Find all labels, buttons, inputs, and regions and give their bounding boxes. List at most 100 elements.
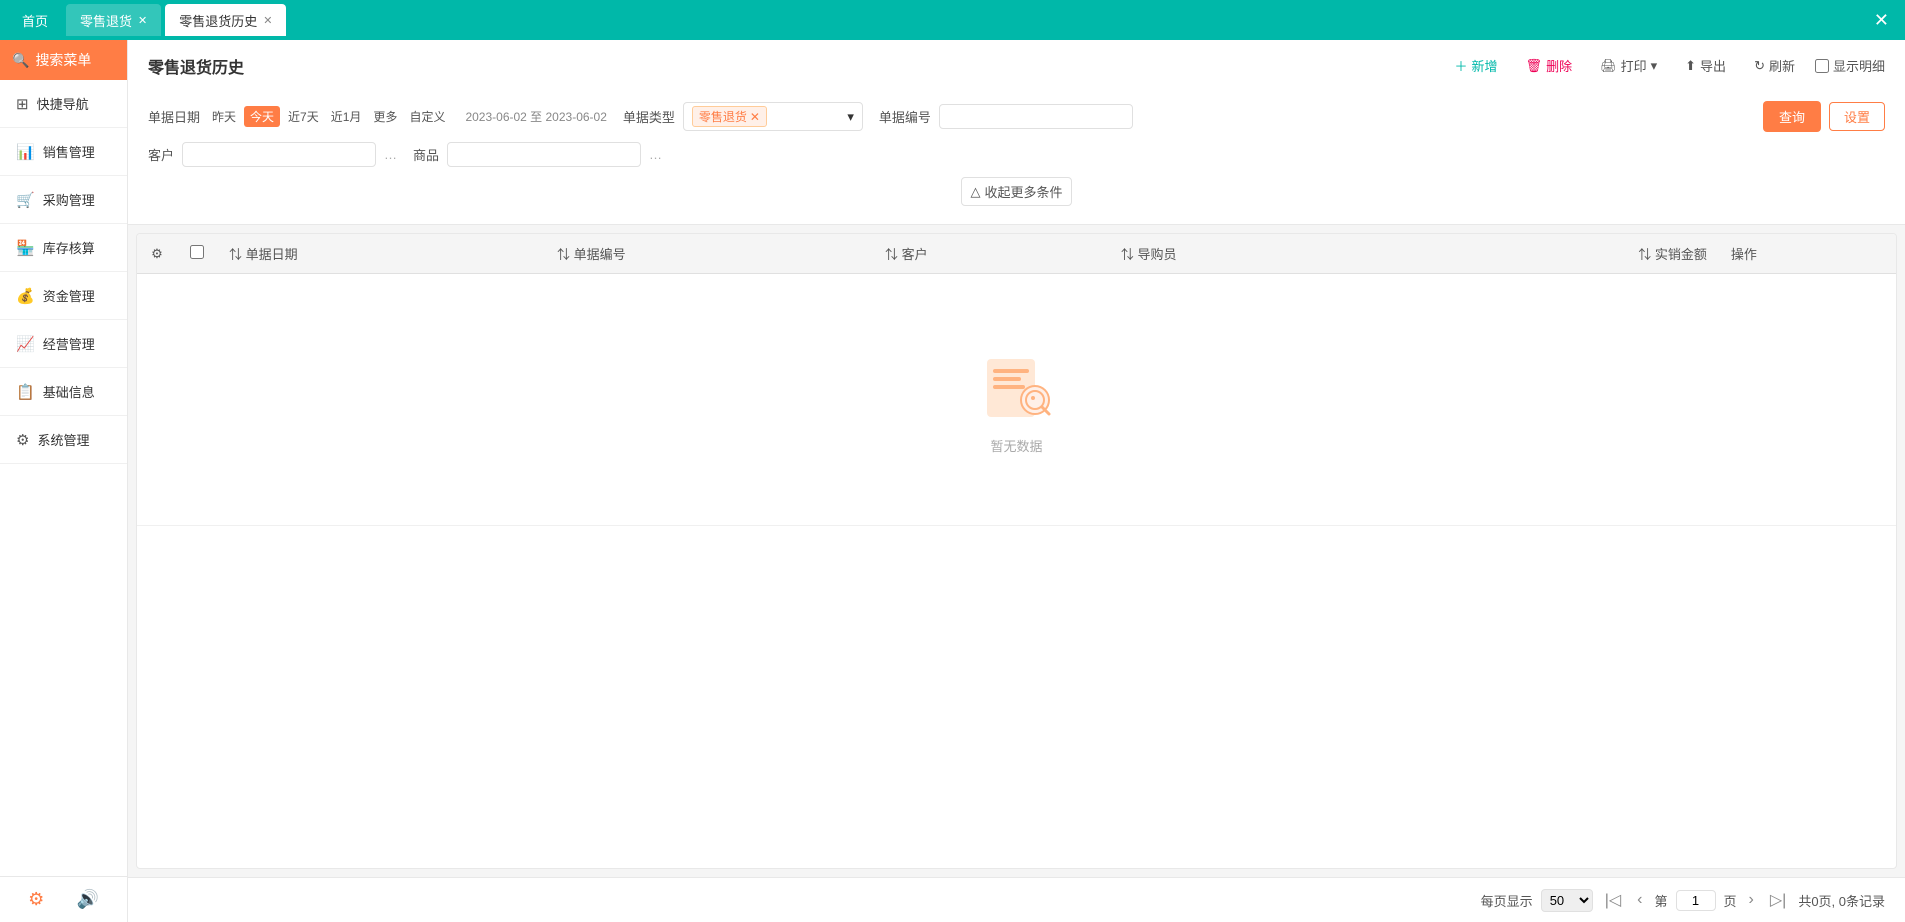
new-icon: ＋ (1455, 56, 1468, 75)
custom-btn[interactable]: 自定义 (405, 106, 449, 127)
display-toggle[interactable]: 显示明细 (1815, 56, 1885, 75)
next-page-button[interactable]: › (1745, 889, 1758, 911)
per-page-select[interactable]: 10 20 50 100 (1541, 889, 1593, 912)
sidebar-sound-button[interactable]: 🔊 (76, 889, 98, 910)
type-tag-close[interactable]: ✕ (750, 110, 760, 124)
page-suffix: 页 (1724, 891, 1737, 910)
customer-input[interactable] (182, 142, 376, 167)
select-all-checkbox[interactable] (190, 245, 204, 259)
sidebar-item-finance-label: 资金管理 (43, 286, 95, 305)
page-input[interactable] (1676, 890, 1716, 911)
sidebar-item-inventory-label: 库存核算 (43, 238, 95, 257)
pagination-summary: 共0页, 0条记录 (1798, 891, 1885, 910)
sidebar-item-finance[interactable]: 💰 资金管理 (0, 272, 127, 320)
system-icon: ⚙ (16, 431, 29, 449)
th-date-label: ⇅ 单据日期 (229, 247, 298, 262)
sidebar-item-base-info[interactable]: 📋 基础信息 (0, 368, 127, 416)
table-body: 暂无数据 (137, 274, 1896, 526)
goods-filter-item: 商品 … (413, 142, 662, 167)
th-customer-label: ⇅ 客户 (885, 247, 928, 262)
type-select[interactable]: 零售退货 ✕ ▾ (683, 102, 863, 131)
close-retail-return-tab[interactable]: ✕ (138, 14, 147, 27)
th-guide[interactable]: ⇅ 导购员 (1109, 234, 1391, 274)
th-action-label: 操作 (1731, 247, 1757, 262)
goods-input[interactable] (447, 142, 641, 167)
sidebar-item-purchase-mgmt[interactable]: 🛒 采购管理 (0, 176, 127, 224)
voucher-filter-item: 单据编号 (879, 104, 1133, 129)
sidebar-item-operations-label: 经营管理 (43, 334, 95, 353)
tabs-area: 首页 零售退货 ✕ 零售退货历史 ✕ (8, 4, 1866, 36)
collapse-row: △ 收起更多条件 (148, 177, 1885, 216)
sidebar-item-inventory[interactable]: 🏪 库存核算 (0, 224, 127, 272)
yesterday-btn[interactable]: 昨天 (208, 106, 240, 127)
voucher-input[interactable] (939, 104, 1133, 129)
th-check[interactable] (177, 234, 217, 274)
today-btn[interactable]: 今天 (244, 106, 280, 127)
toolbar: ＋ 新增 🗑 删除 🖨 打印 ▾ ⬆ 导出 (1447, 52, 1885, 79)
type-select-chevron: ▾ (847, 109, 854, 125)
sidebar-item-system-mgmt[interactable]: ⚙ 系统管理 (0, 416, 127, 464)
page-header: 零售退货历史 ＋ 新增 🗑 删除 🖨 打印 ▾ (128, 40, 1905, 225)
last1month-btn[interactable]: 近1月 (327, 106, 366, 127)
th-amount[interactable]: ⇅ 实销金额 (1391, 234, 1719, 274)
print-button[interactable]: 🖨 打印 ▾ (1592, 52, 1665, 79)
voucher-filter-label: 单据编号 (879, 107, 931, 126)
pagination: 每页显示 10 20 50 100 |◁ ‹ 第 页 › ▷| 共0页, 0条记… (128, 877, 1905, 922)
date-range-value: 2023-06-02 至 2023-06-02 (465, 108, 606, 125)
sidebar-item-sales-mgmt[interactable]: 📊 销售管理 (0, 128, 127, 176)
print-dropdown-icon: ▾ (1651, 58, 1658, 74)
table-container: ⚙ ⇅ 单据日期 ⇅ 单据编号 ⇅ 客户 (136, 233, 1897, 869)
export-icon: ⬆ (1685, 58, 1696, 74)
goods-ellipsis[interactable]: … (649, 147, 662, 162)
first-page-button[interactable]: |◁ (1601, 888, 1625, 912)
th-customer[interactable]: ⇅ 客户 (873, 234, 1109, 274)
last7-btn[interactable]: 近7天 (284, 106, 323, 127)
print-icon: 🖨 (1600, 58, 1617, 74)
page-title: 零售退货历史 (148, 54, 244, 78)
close-window-button[interactable]: ✕ (1866, 6, 1897, 35)
sidebar-item-quick-nav[interactable]: ⊞ 快捷导航 (0, 80, 127, 128)
query-button[interactable]: 查询 (1763, 101, 1821, 132)
display-toggle-checkbox[interactable] (1815, 59, 1829, 73)
last-page-button[interactable]: ▷| (1766, 888, 1790, 912)
empty-icon (977, 344, 1057, 424)
top-bar: 首页 零售退货 ✕ 零售退货历史 ✕ ✕ (0, 0, 1905, 40)
sidebar-item-purchase-label: 采购管理 (43, 190, 95, 209)
refresh-button[interactable]: ↻ 刷新 (1746, 52, 1803, 79)
th-guide-label: ⇅ 导购员 (1121, 247, 1177, 262)
th-voucher-no-label: ⇅ 单据编号 (557, 247, 626, 262)
close-retail-return-history-tab[interactable]: ✕ (263, 14, 272, 27)
more-btn[interactable]: 更多 (369, 106, 401, 127)
sidebar-settings-button[interactable]: ⚙ (28, 889, 44, 910)
prev-page-button[interactable]: ‹ (1633, 889, 1646, 911)
sidebar-item-operations[interactable]: 📈 经营管理 (0, 320, 127, 368)
delete-icon: 🗑 (1526, 58, 1543, 74)
tab-retail-return[interactable]: 零售退货 ✕ (66, 4, 161, 36)
th-amount-label: ⇅ 实销金额 (1638, 247, 1707, 262)
base-info-icon: 📋 (16, 383, 35, 401)
data-table: ⚙ ⇅ 单据日期 ⇅ 单据编号 ⇅ 客户 (137, 234, 1896, 526)
th-settings[interactable]: ⚙ (137, 234, 177, 274)
collapse-button[interactable]: △ 收起更多条件 (961, 177, 1071, 206)
per-page-label: 每页显示 (1481, 891, 1533, 910)
th-voucher-no[interactable]: ⇅ 单据编号 (545, 234, 873, 274)
th-date[interactable]: ⇅ 单据日期 (217, 234, 545, 274)
tab-retail-return-label: 零售退货 (80, 11, 132, 30)
customer-filter-item: 客户 … (148, 142, 397, 167)
sidebar-search-label: 搜索菜单 (35, 50, 91, 70)
setting-button[interactable]: 设置 (1829, 102, 1885, 131)
type-tag-text: 零售退货 (699, 108, 747, 125)
new-button[interactable]: ＋ 新增 (1447, 52, 1506, 79)
tab-retail-return-history[interactable]: 零售退货历史 ✕ (165, 4, 286, 36)
filter-row-2: 客户 … 商品 … (148, 142, 1885, 167)
refresh-icon: ↻ (1754, 58, 1765, 74)
inventory-icon: 🏪 (16, 239, 35, 257)
export-button[interactable]: ⬆ 导出 (1677, 52, 1734, 79)
delete-button[interactable]: 🗑 删除 (1518, 52, 1581, 79)
export-label: 导出 (1700, 56, 1726, 75)
sidebar-search[interactable]: 🔍 搜索菜单 (0, 40, 127, 80)
empty-cell: 暂无数据 (137, 274, 1896, 526)
tab-home[interactable]: 首页 (8, 4, 62, 36)
collapse-label: 收起更多条件 (984, 182, 1062, 201)
customer-ellipsis[interactable]: … (384, 147, 397, 162)
